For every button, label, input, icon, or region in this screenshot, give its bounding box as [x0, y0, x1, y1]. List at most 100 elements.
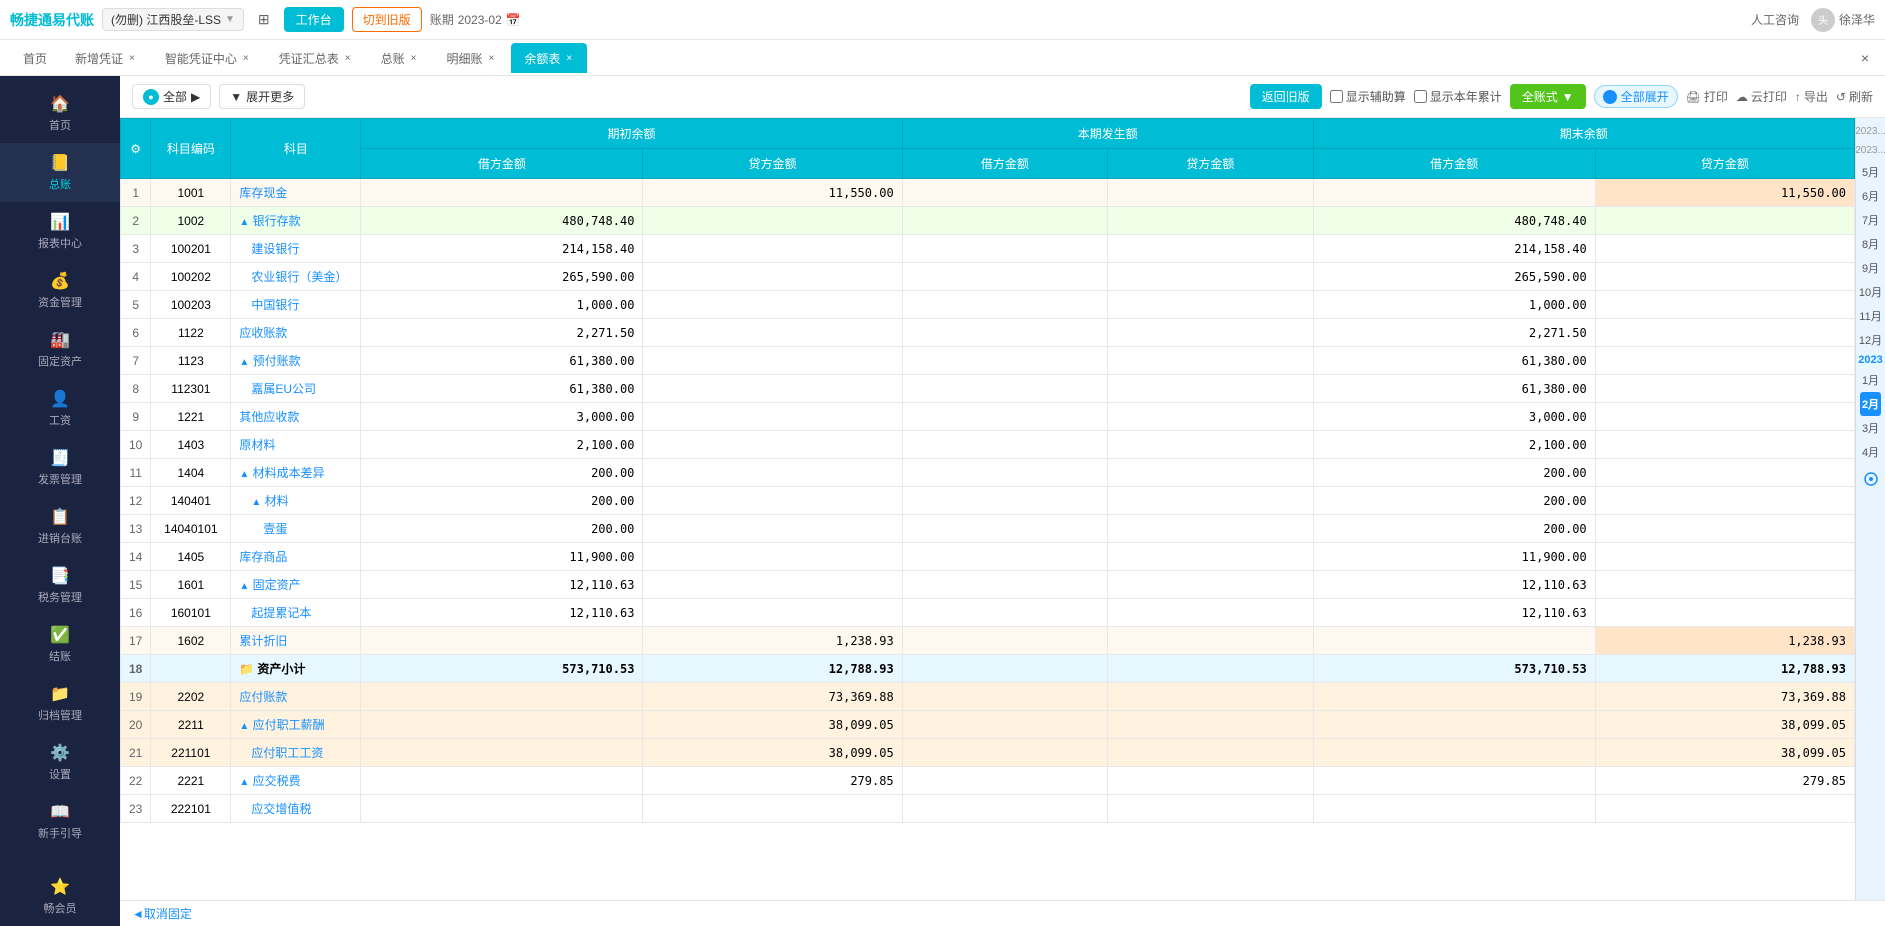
return-old-version-button[interactable]: 返回旧版: [1250, 84, 1322, 109]
sidebar-item-tax[interactable]: 📑 税务管理: [0, 556, 120, 615]
subject-link[interactable]: 农业银行（美金）: [251, 270, 347, 284]
month-3[interactable]: 3月: [1860, 416, 1881, 440]
sidebar-item-funds[interactable]: 💰 资金管理: [0, 261, 120, 320]
month-11[interactable]: 11月: [1857, 304, 1883, 328]
month-5[interactable]: 5月: [1860, 160, 1881, 184]
cloud-print-button[interactable]: ☁ 云打印: [1736, 88, 1787, 105]
subject-link[interactable]: 应付职工薪酬: [253, 718, 325, 732]
row-name-cell[interactable]: ▲ 应付职工薪酬: [231, 711, 361, 739]
row-name-cell[interactable]: 应收账款: [231, 319, 361, 347]
tab-detail-ledger[interactable]: 明细账 ×: [433, 43, 509, 73]
subject-link[interactable]: 起提累记本: [251, 606, 311, 620]
year-panel-settings[interactable]: [1862, 468, 1880, 493]
close-all-tabs-button[interactable]: ×: [1855, 48, 1875, 68]
sidebar-item-sales[interactable]: 📋 进销台账: [0, 497, 120, 556]
month-4[interactable]: 4月: [1860, 440, 1881, 464]
row-name-cell[interactable]: 库存现金: [231, 179, 361, 207]
row-name-cell[interactable]: 其他应收款: [231, 403, 361, 431]
settings-col-header[interactable]: ⚙: [121, 119, 151, 179]
tab-new-voucher-close[interactable]: ×: [127, 53, 137, 64]
show-aux-checkbox[interactable]: [1330, 90, 1343, 103]
month-10[interactable]: 10月: [1857, 280, 1884, 304]
row-name-cell[interactable]: 应交增值税: [231, 795, 361, 823]
sidebar-item-wages[interactable]: 👤 工资: [0, 379, 120, 438]
switch-version-button[interactable]: 切到旧版: [352, 7, 422, 32]
row-name-cell[interactable]: 壹蛋: [231, 515, 361, 543]
subject-link[interactable]: 原材料: [239, 438, 275, 452]
subject-link[interactable]: 应付职工工资: [251, 746, 323, 760]
subject-link[interactable]: 中国银行: [251, 298, 299, 312]
subject-link[interactable]: 壹蛋: [263, 522, 287, 536]
subject-link[interactable]: 其他应收款: [239, 410, 299, 424]
row-name-cell[interactable]: ▲ 材料成本差异: [231, 459, 361, 487]
row-name-cell[interactable]: 原材料: [231, 431, 361, 459]
bottom-fixed[interactable]: ◄ 取消固定: [120, 900, 1885, 926]
format-button[interactable]: 全账式 ▼: [1510, 84, 1586, 109]
sidebar-item-home[interactable]: 🏠 首页: [0, 84, 120, 143]
subject-link[interactable]: 应交增值税: [251, 802, 311, 816]
row-name-cell[interactable]: ▲ 应交税费: [231, 767, 361, 795]
row-name-cell[interactable]: 建设银行: [231, 235, 361, 263]
month-7[interactable]: 7月: [1860, 208, 1881, 232]
subject-link[interactable]: 库存商品: [239, 550, 287, 564]
export-button[interactable]: ↑ 导出: [1795, 88, 1828, 105]
subject-link[interactable]: 嘉属EU公司: [251, 382, 316, 396]
row-name-cell[interactable]: ▲ 材料: [231, 487, 361, 515]
row-name-cell[interactable]: 起提累记本: [231, 599, 361, 627]
user-info[interactable]: 头 徐泽华: [1811, 8, 1875, 32]
consult-link[interactable]: 人工咨询: [1751, 11, 1799, 28]
refresh-button[interactable]: ↺ 刷新: [1836, 88, 1873, 105]
month-9[interactable]: 9月: [1860, 256, 1881, 280]
expand-all-toggle[interactable]: 全部展开: [1594, 85, 1678, 108]
row-name-cell[interactable]: 应付账款: [231, 683, 361, 711]
show-aux-checkbox-label[interactable]: 显示辅助算: [1330, 88, 1406, 105]
sidebar-item-reports[interactable]: 📊 报表中心: [0, 202, 120, 261]
company-selector[interactable]: (勿删) 江西股垒-LSS ▼: [102, 8, 244, 31]
row-name-cell[interactable]: ▲ 固定资产: [231, 571, 361, 599]
row-name-cell[interactable]: ▲ 预付账款: [231, 347, 361, 375]
subject-link[interactable]: 应交税费: [253, 774, 301, 788]
sidebar-item-ledger[interactable]: 📒 总账: [0, 143, 120, 202]
tab-smart-voucher[interactable]: 智能凭证中心 ×: [152, 43, 264, 73]
row-name-cell[interactable]: ▲ 银行存款: [231, 207, 361, 235]
sidebar-item-settings[interactable]: ⚙️ 设置: [0, 733, 120, 792]
row-name-cell[interactable]: 中国银行: [231, 291, 361, 319]
table-settings-icon[interactable]: ⚙: [130, 142, 141, 156]
expand-more-button[interactable]: ▼ 展开更多: [219, 84, 305, 109]
sidebar-item-archive[interactable]: 📁 归档管理: [0, 674, 120, 733]
subject-link[interactable]: 预付账款: [253, 354, 301, 368]
row-name-cell[interactable]: 农业银行（美金）: [231, 263, 361, 291]
month-6[interactable]: 6月: [1860, 184, 1881, 208]
month-12[interactable]: 12月: [1857, 328, 1884, 352]
month-8[interactable]: 8月: [1860, 232, 1881, 256]
tab-smart-voucher-close[interactable]: ×: [241, 53, 251, 64]
tab-general-ledger-close[interactable]: ×: [409, 53, 419, 64]
sidebar-item-member[interactable]: ⭐ 畅会员: [0, 867, 120, 926]
sidebar-item-invoices[interactable]: 🧾 发票管理: [0, 438, 120, 497]
subject-link[interactable]: 银行存款: [253, 214, 301, 228]
tab-general-ledger[interactable]: 总账 ×: [368, 43, 432, 73]
sidebar-item-checkout[interactable]: ✅ 结账: [0, 615, 120, 674]
row-name-cell[interactable]: 累计折旧: [231, 627, 361, 655]
print-button[interactable]: 🖨 打印: [1686, 88, 1728, 105]
workbench-button[interactable]: 工作台: [284, 7, 344, 32]
subject-link[interactable]: 固定资产: [253, 578, 301, 592]
sidebar-item-guide[interactable]: 📖 新手引导: [0, 792, 120, 851]
tab-detail-ledger-close[interactable]: ×: [486, 53, 496, 64]
sidebar-item-assets[interactable]: 🏭 固定资产: [0, 320, 120, 379]
subject-link[interactable]: 库存现金: [239, 186, 287, 200]
tab-new-voucher[interactable]: 新增凭证 ×: [62, 43, 150, 73]
row-name-cell[interactable]: 库存商品: [231, 543, 361, 571]
tab-voucher-summary-close[interactable]: ×: [343, 53, 353, 64]
subject-link[interactable]: 应付账款: [239, 690, 287, 704]
tab-balance[interactable]: 余额表 ×: [511, 43, 587, 73]
row-name-cell[interactable]: 📁资产小计: [231, 655, 361, 683]
calendar-icon[interactable]: 📅: [506, 13, 521, 27]
month-2[interactable]: 2月: [1860, 392, 1881, 416]
tab-balance-close[interactable]: ×: [564, 53, 574, 64]
month-1[interactable]: 1月: [1860, 368, 1881, 392]
show-ytd-checkbox-label[interactable]: 显示本年累计: [1414, 88, 1502, 105]
subject-link[interactable]: 材料: [265, 494, 289, 508]
filter-button[interactable]: ● 全部 ▶: [132, 84, 211, 109]
tab-home[interactable]: 首页: [10, 43, 60, 73]
